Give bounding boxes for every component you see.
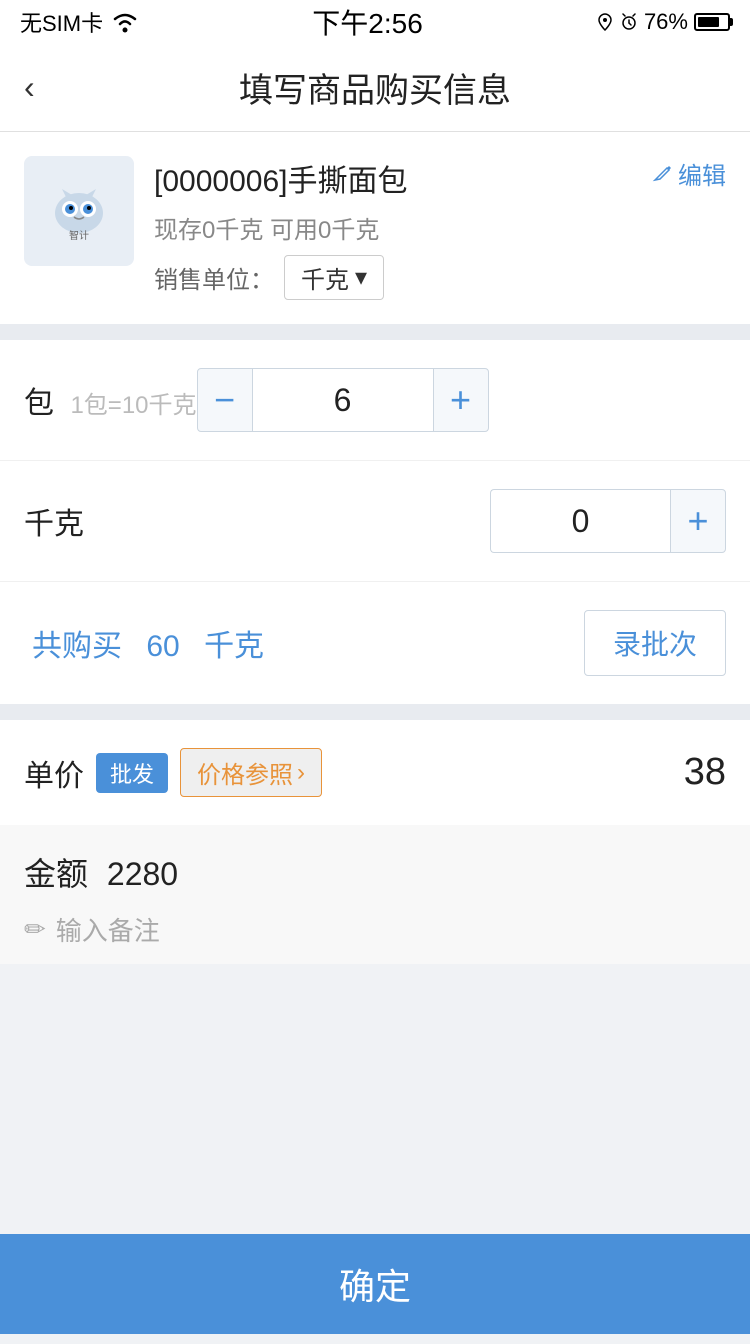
- page-title: 填写商品购买信息: [239, 63, 511, 112]
- package-quantity-control: − +: [197, 368, 489, 432]
- remark-label: 输入备注: [56, 911, 160, 948]
- total-prefix: 共购买: [32, 630, 122, 663]
- amount-section: 金额 2280 ✏ 输入备注: [0, 825, 750, 964]
- carrier-text: 无SIM卡: [20, 6, 103, 38]
- total-text: 共购买 60 千克: [24, 621, 272, 665]
- status-bar: 无SIM卡 下午2:56 76%: [0, 0, 750, 44]
- price-ref-label: 价格参照: [197, 755, 293, 790]
- package-minus-button[interactable]: −: [197, 368, 253, 432]
- location-icon: [596, 13, 614, 31]
- amount-value: 2280: [107, 856, 178, 892]
- unit-dropdown-icon: ▾: [355, 263, 367, 292]
- remark-icon: ✏: [24, 914, 46, 945]
- price-section: 单价 批发 价格参照 › 38: [0, 720, 750, 825]
- price-label-group: 单价 批发 价格参照 ›: [24, 748, 322, 797]
- total-value: 60: [146, 630, 179, 663]
- package-label: 包: [24, 387, 54, 420]
- amount-label: 金额: [24, 856, 88, 892]
- wifi-icon: [111, 11, 139, 33]
- price-tag: 批发: [96, 753, 168, 793]
- total-row: 共购买 60 千克 录批次: [0, 582, 750, 704]
- status-time: 下午2:56: [312, 2, 423, 42]
- product-thumbnail: 智计: [44, 181, 114, 241]
- unit-value: 千克: [301, 260, 349, 295]
- battery-icon: [694, 13, 730, 31]
- svg-text:智计: 智计: [69, 229, 89, 241]
- package-label-group: 包 1包=10千克: [24, 378, 197, 422]
- product-unit-row: 销售单位： 千克 ▾: [154, 255, 726, 300]
- product-image: 智计: [24, 156, 134, 266]
- divider-1: [0, 324, 750, 340]
- package-row: 包 1包=10千克 − +: [0, 340, 750, 461]
- kg-row: 千克 +: [0, 461, 750, 582]
- package-section: 包 1包=10千克 − + 千克 +: [0, 340, 750, 582]
- main-content: 智计 [0000006]手撕面包 现存0千克 可用0千克 销售单位： 千克 ▾ …: [0, 132, 750, 1344]
- battery-percent: 76%: [644, 9, 688, 35]
- kg-quantity-control: +: [490, 489, 726, 553]
- status-carrier: 无SIM卡: [20, 6, 139, 38]
- unit-select[interactable]: 千克 ▾: [284, 255, 384, 300]
- total-unit: 千克: [204, 630, 264, 663]
- price-ref-button[interactable]: 价格参照 ›: [180, 748, 322, 797]
- nav-bar: ‹ 填写商品购买信息: [0, 44, 750, 132]
- product-card: 智计 [0000006]手撕面包 现存0千克 可用0千克 销售单位： 千克 ▾ …: [0, 132, 750, 324]
- remark-row[interactable]: ✏ 输入备注: [24, 911, 726, 948]
- product-info: [0000006]手撕面包 现存0千克 可用0千克 销售单位： 千克 ▾: [154, 156, 726, 300]
- package-plus-button[interactable]: +: [433, 368, 489, 432]
- product-stock: 现存0千克 可用0千克: [154, 210, 726, 245]
- alarm-icon: [620, 13, 638, 31]
- price-value: 38: [684, 751, 726, 794]
- product-name: [0000006]手撕面包: [154, 156, 726, 200]
- divider-2: [0, 704, 750, 720]
- edit-label: 编辑: [678, 156, 726, 191]
- edit-icon: [652, 163, 674, 185]
- edit-button[interactable]: 编辑: [652, 156, 726, 191]
- kg-label: 千克: [24, 499, 490, 543]
- confirm-button[interactable]: 确定: [0, 1234, 750, 1334]
- price-label: 单价: [24, 751, 84, 795]
- kg-quantity-input[interactable]: [490, 489, 670, 553]
- package-hint: 1包=10千克: [70, 392, 196, 419]
- batch-button[interactable]: 录批次: [584, 610, 726, 676]
- price-ref-arrow: ›: [297, 759, 305, 787]
- package-quantity-input[interactable]: [253, 368, 433, 432]
- kg-plus-button[interactable]: +: [670, 489, 726, 553]
- status-right: 76%: [596, 9, 730, 35]
- amount-text: 金额 2280: [24, 849, 726, 895]
- unit-label: 销售单位：: [154, 260, 274, 295]
- back-button[interactable]: ‹: [24, 69, 35, 106]
